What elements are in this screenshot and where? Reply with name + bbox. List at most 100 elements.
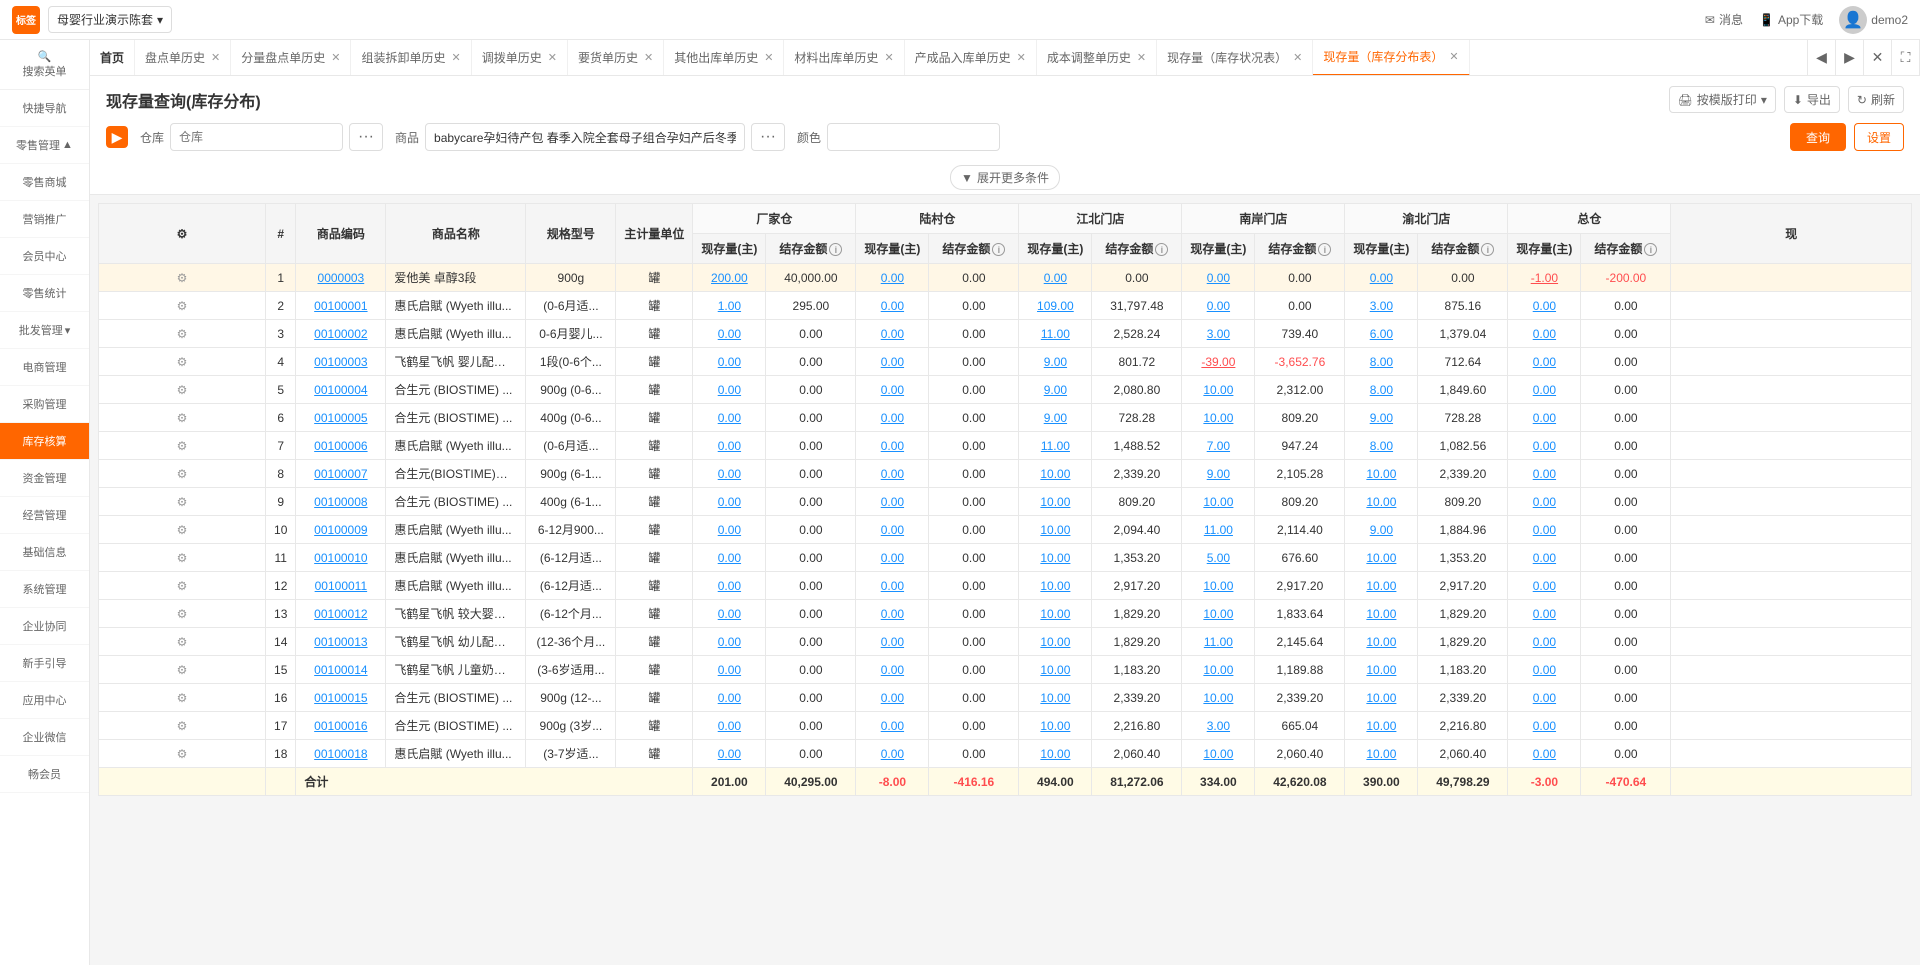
close-tab-inventory-status[interactable]: ✕ — [1293, 51, 1302, 64]
cell-nanan-qty[interactable]: 10.00 — [1182, 572, 1255, 600]
cell-factory-qty[interactable]: 0.00 — [693, 348, 766, 376]
cell-nanan-qty[interactable]: 10.00 — [1182, 488, 1255, 516]
cell-settings[interactable]: ⚙ — [99, 488, 266, 516]
cell-nanan-qty[interactable]: 10.00 — [1182, 656, 1255, 684]
cell-total-qty[interactable]: 0.00 — [1508, 516, 1581, 544]
cell-factory-qty[interactable]: 0.00 — [693, 320, 766, 348]
jiangbei-info-icon[interactable]: i — [1155, 243, 1168, 256]
sidebar-search[interactable]: 🔍 搜索英单 — [0, 40, 89, 90]
cell-factory-qty[interactable]: 0.00 — [693, 712, 766, 740]
cell-jiangbei-qty[interactable]: 10.00 — [1019, 516, 1092, 544]
cell-factory-qty[interactable]: 0.00 — [693, 656, 766, 684]
cell-lucun-qty[interactable]: 0.00 — [856, 320, 929, 348]
cell-yubei-qty[interactable]: 10.00 — [1345, 572, 1418, 600]
sidebar-item-retail-stats[interactable]: 零售统计 — [0, 275, 89, 312]
cell-total-qty[interactable]: 0.00 — [1508, 320, 1581, 348]
sidebar-item-retail-store[interactable]: 零售商城 — [0, 164, 89, 201]
cell-settings[interactable]: ⚙ — [99, 348, 266, 376]
cell-jiangbei-qty[interactable]: 9.00 — [1019, 404, 1092, 432]
tab-requisition[interactable]: 要货单历史 ✕ — [568, 40, 664, 76]
cell-factory-qty[interactable]: 0.00 — [693, 544, 766, 572]
product-ellipsis-btn[interactable]: ··· — [751, 123, 785, 151]
cell-settings[interactable]: ⚙ — [99, 404, 266, 432]
cell-yubei-qty[interactable]: 10.00 — [1345, 712, 1418, 740]
cell-yubei-qty[interactable]: 10.00 — [1345, 460, 1418, 488]
cell-factory-qty[interactable]: 0.00 — [693, 376, 766, 404]
nav-expand-btn[interactable]: ⛶ — [1892, 40, 1920, 76]
cell-settings[interactable]: ⚙ — [99, 292, 266, 320]
cell-code[interactable]: 00100013 — [296, 628, 386, 656]
cell-yubei-qty[interactable]: 8.00 — [1345, 376, 1418, 404]
cell-settings[interactable]: ⚙ — [99, 656, 266, 684]
cell-total-qty[interactable]: 0.00 — [1508, 348, 1581, 376]
cell-lucun-qty[interactable]: 0.00 — [856, 404, 929, 432]
cell-jiangbei-qty[interactable]: 10.00 — [1019, 740, 1092, 768]
cell-jiangbei-qty[interactable]: 10.00 — [1019, 656, 1092, 684]
cell-total-qty[interactable]: 0.00 — [1508, 656, 1581, 684]
cell-code[interactable]: 0000003 — [296, 264, 386, 292]
cell-lucun-qty[interactable]: 0.00 — [856, 376, 929, 404]
yubei-info-icon[interactable]: i — [1481, 243, 1494, 256]
cell-code[interactable]: 00100016 — [296, 712, 386, 740]
close-tab-cost-adjust[interactable]: ✕ — [1137, 51, 1146, 64]
cell-lucun-qty[interactable]: 0.00 — [856, 292, 929, 320]
cell-code[interactable]: 00100001 — [296, 292, 386, 320]
cell-jiangbei-qty[interactable]: 10.00 — [1019, 572, 1092, 600]
close-tab-assemble[interactable]: ✕ — [452, 51, 461, 64]
product-input[interactable] — [425, 123, 745, 151]
cell-lucun-qty[interactable]: 0.00 — [856, 740, 929, 768]
cell-code[interactable]: 00100011 — [296, 572, 386, 600]
sidebar-item-appstore[interactable]: 应用中心 — [0, 682, 89, 719]
nav-close-all-btn[interactable]: ✕ — [1864, 40, 1892, 76]
cell-yubei-qty[interactable]: 8.00 — [1345, 432, 1418, 460]
cell-jiangbei-qty[interactable]: 10.00 — [1019, 488, 1092, 516]
sidebar-item-inventory[interactable]: 库存核算 — [0, 423, 89, 460]
cell-total-qty[interactable]: 0.00 — [1508, 572, 1581, 600]
cell-nanan-qty[interactable]: 11.00 — [1182, 628, 1255, 656]
sidebar-item-ecommerce[interactable]: 电商管理 — [0, 349, 89, 386]
cell-yubei-qty[interactable]: 10.00 — [1345, 600, 1418, 628]
cell-jiangbei-qty[interactable]: 9.00 — [1019, 376, 1092, 404]
cell-yubei-qty[interactable]: 10.00 — [1345, 628, 1418, 656]
close-tab-inventory-dist[interactable]: ✕ — [1449, 50, 1458, 63]
cell-nanan-qty[interactable]: 10.00 — [1182, 404, 1255, 432]
close-tab-other-outbound[interactable]: ✕ — [764, 51, 773, 64]
warehouse-ellipsis-btn[interactable]: ··· — [349, 123, 383, 151]
close-tab-stock-split[interactable]: ✕ — [331, 51, 340, 64]
cell-yubei-qty[interactable]: 0.00 — [1345, 264, 1418, 292]
settings-btn[interactable]: 设置 — [1854, 123, 1904, 151]
sidebar-item-retail-mgmt[interactable]: 零售管理 ▲ — [0, 127, 89, 164]
cell-factory-qty[interactable]: 1.00 — [693, 292, 766, 320]
cell-code[interactable]: 00100012 — [296, 600, 386, 628]
cell-code[interactable]: 00100003 — [296, 348, 386, 376]
cell-jiangbei-qty[interactable]: 10.00 — [1019, 712, 1092, 740]
cell-nanan-qty[interactable]: 3.00 — [1182, 320, 1255, 348]
cell-lucun-qty[interactable]: 0.00 — [856, 600, 929, 628]
sidebar-item-basic[interactable]: 基础信息 — [0, 534, 89, 571]
store-selector[interactable]: 母婴行业演示陈套 ▾ — [48, 6, 172, 33]
tab-assemble[interactable]: 组装拆卸单历史 ✕ — [351, 40, 471, 76]
refresh-btn[interactable]: ↻ 刷新 — [1848, 86, 1904, 113]
cell-nanan-qty[interactable]: 10.00 — [1182, 600, 1255, 628]
cell-nanan-qty[interactable]: 0.00 — [1182, 264, 1255, 292]
sidebar-item-collab[interactable]: 企业协同 — [0, 608, 89, 645]
cell-factory-qty[interactable]: 200.00 — [693, 264, 766, 292]
cell-total-qty[interactable]: 0.00 — [1508, 712, 1581, 740]
cell-factory-qty[interactable]: 0.00 — [693, 460, 766, 488]
tab-finished-inbound[interactable]: 产成品入库单历史 ✕ — [905, 40, 1037, 76]
export-btn[interactable]: ⬇ 导出 — [1784, 86, 1840, 113]
cell-nanan-qty[interactable]: 5.00 — [1182, 544, 1255, 572]
cell-settings[interactable]: ⚙ — [99, 684, 266, 712]
cell-yubei-qty[interactable]: 9.00 — [1345, 404, 1418, 432]
cell-jiangbei-qty[interactable]: 10.00 — [1019, 544, 1092, 572]
query-btn[interactable]: 查询 — [1790, 123, 1846, 151]
filter-expand-arrow[interactable]: ▶ — [106, 126, 128, 148]
cell-yubei-qty[interactable]: 8.00 — [1345, 348, 1418, 376]
cell-nanan-qty[interactable]: -39.00 — [1182, 348, 1255, 376]
sidebar-item-purchase[interactable]: 采购管理 — [0, 386, 89, 423]
cell-code[interactable]: 00100010 — [296, 544, 386, 572]
cell-nanan-qty[interactable]: 3.00 — [1182, 712, 1255, 740]
cell-factory-qty[interactable]: 0.00 — [693, 628, 766, 656]
message-btn[interactable]: ✉ 消息 — [1705, 11, 1743, 28]
warehouse-input[interactable] — [170, 123, 343, 151]
